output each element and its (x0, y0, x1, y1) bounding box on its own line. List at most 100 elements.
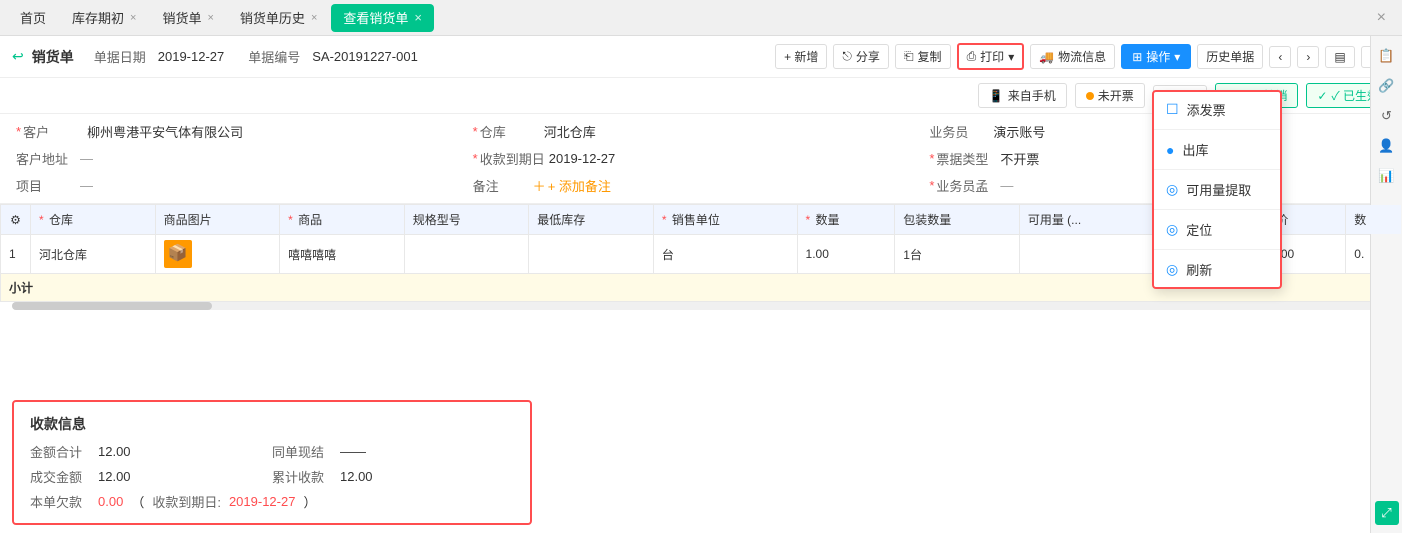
col-product: * 商品 (280, 205, 405, 235)
tab-inventory-close[interactable]: × (130, 12, 136, 24)
payment-info-title: 收款信息 (30, 414, 514, 434)
col-image: 商品图片 (155, 205, 280, 235)
new-button[interactable]: + 新增 (775, 44, 827, 69)
staff-value: 演示账号 (989, 122, 1049, 141)
customer-value[interactable]: 柳州粤港平安气体有限公司 (83, 122, 247, 141)
radio-empty-icon-1: ◎ (1166, 181, 1178, 198)
scroll-thumb[interactable] (12, 302, 212, 310)
owe-extra: （ (131, 492, 144, 511)
print-button[interactable]: ⎙ 打印 ▾ (957, 43, 1025, 70)
tab-view-sales[interactable]: 查看销货单 × (331, 4, 434, 32)
row-min-stock (529, 235, 654, 274)
sidebar-icon-link[interactable]: 🔗 (1375, 74, 1399, 98)
tab-sales-close[interactable]: × (207, 12, 213, 24)
radio-empty-icon-2: ◎ (1166, 221, 1178, 238)
history-button[interactable]: 历史单据 (1197, 44, 1263, 69)
address-value: — (76, 151, 97, 166)
payment-date-value[interactable]: 2019-12-27 (545, 151, 620, 166)
grid-icon: ⊞ (1132, 50, 1142, 64)
col-pack-qty: 包装数量 (895, 205, 1020, 235)
tab-view-sales-label: 查看销货单 (343, 8, 408, 27)
dropdown-divider-2 (1154, 169, 1280, 170)
nav-prev-button[interactable]: ‹ (1269, 46, 1291, 68)
staff2-label: 业务员孟 (936, 176, 996, 195)
sidebar-icon-refresh[interactable]: ↺ (1375, 104, 1399, 128)
payment-date-req: * (473, 151, 478, 166)
dropdown-item-available[interactable]: ◎ 可用量提取 (1154, 172, 1280, 207)
note-field: 备注 ＋ + 添加备注 (473, 176, 930, 195)
dropdown-available-label: 可用量提取 (1186, 180, 1251, 199)
user-icon: 👤 (1378, 138, 1394, 154)
copy-icon: ⎗ (904, 49, 914, 64)
row-available (1019, 235, 1154, 274)
payment-info-grid: 金额合计 12.00 同单现结 —— 成交金额 12.00 累计收款 12.00… (30, 442, 514, 511)
owe-row: 本单欠款 0.00 （ 收款到期日: 2019-12-27 ） (30, 492, 514, 511)
sidebar-icon-expand[interactable]: ⤢ (1375, 501, 1399, 525)
row-pack-qty: 1台 (895, 235, 1020, 274)
col-warehouse: * 仓库 (31, 205, 156, 235)
tab-sales-history[interactable]: 销货单历史 × (228, 4, 329, 32)
tab-sales[interactable]: 销货单 × (150, 4, 225, 32)
logistics-button[interactable]: 🚚 物流信息 (1030, 44, 1115, 69)
ticket-req: * (929, 151, 934, 166)
payment-date-label: 收款到期日 (480, 149, 545, 168)
row-qty: 1.00 (797, 235, 895, 274)
tab-sales-history-close[interactable]: × (311, 12, 317, 24)
sidebar-icon-user[interactable]: 👤 (1375, 134, 1399, 158)
dropdown-item-locate[interactable]: ◎ 定位 (1154, 212, 1280, 247)
number-label: 单据编号 (248, 47, 300, 66)
warehouse-label: 仓库 (480, 122, 540, 141)
tab-sales-history-label: 销货单历史 (240, 8, 305, 27)
row-product: 嘻嘻嘻嘻 (280, 235, 405, 274)
view1-button[interactable]: ▤ (1325, 46, 1354, 68)
invoice-status-button[interactable]: 未开票 (1075, 83, 1145, 108)
right-sidebar: 📋 🔗 ↺ 👤 📊 ⤢ (1370, 36, 1402, 533)
print-dropdown-arrow[interactable]: ▾ (1008, 50, 1014, 64)
warehouse-value[interactable]: 河北仓库 (540, 122, 600, 141)
nav-next-button[interactable]: › (1297, 46, 1319, 68)
date-value: 2019-12-27 (158, 49, 225, 64)
phone-icon: 📱 (989, 89, 1004, 103)
tab-sales-label: 销货单 (162, 8, 201, 27)
date-label: 单据日期 (94, 47, 146, 66)
cumulative-value: 12.00 (340, 469, 373, 484)
doc-title: 销货单 (32, 47, 74, 67)
dropdown-item-outbound[interactable]: ● 出库 (1154, 132, 1280, 167)
add-note-button[interactable]: ＋ + 添加备注 (533, 176, 611, 195)
address-field: 客户地址 — (16, 149, 473, 168)
total-row: 金额合计 12.00 (30, 442, 272, 461)
dropdown-item-invoice[interactable]: ☐ 添发票 (1154, 92, 1280, 127)
owe-extra-end: ） (303, 492, 316, 511)
toolbar-right: + 新增 ⎋ 分享 ⎗ 复制 ⎙ 打印 ▾ 🚚 物流信息 (775, 43, 1390, 70)
dropdown-divider-4 (1154, 249, 1280, 250)
deal-value: 12.00 (98, 469, 131, 484)
truck-icon: 🚚 (1039, 50, 1054, 64)
sidebar-icon-clipboard[interactable]: 📋 (1375, 44, 1399, 68)
horizontal-scrollbar[interactable] (12, 302, 1390, 310)
operate-dropdown: ☐ 添发票 ● 出库 ◎ 可用量提取 ◎ 定位 ◎ 刷新 (1152, 90, 1282, 289)
note-label: 备注 (473, 176, 533, 195)
tab-home[interactable]: 首页 (8, 4, 58, 32)
toolbar: ↩ 销货单 单据日期 2019-12-27 单据编号 SA-20191227-0… (0, 36, 1402, 78)
phone-button[interactable]: 📱 来自手机 (978, 83, 1067, 108)
tab-inventory[interactable]: 库存期初 × (60, 4, 148, 32)
col-qty: * 数量 (797, 205, 895, 235)
ticket-value[interactable]: 不开票 (996, 149, 1043, 168)
customer-req: * (16, 124, 21, 139)
close-all-tabs[interactable]: × (1369, 9, 1394, 27)
col-min-stock: 最低库存 (529, 205, 654, 235)
project-label: 项目 (16, 176, 76, 195)
operate-button[interactable]: ⊞ 操作 ▾ (1121, 44, 1191, 69)
same-order-row: 同单现结 —— (272, 442, 514, 461)
radio-filled-icon: ● (1166, 142, 1174, 158)
row-no: 1 (1, 235, 31, 274)
owe-value: 0.00 (98, 494, 123, 509)
effect-check-icon: ✓ (1317, 89, 1327, 103)
tab-view-sales-close[interactable]: × (414, 10, 422, 25)
dropdown-item-refresh[interactable]: ◎ 刷新 (1154, 252, 1280, 287)
sidebar-icon-chart[interactable]: 📊 (1375, 164, 1399, 188)
copy-button[interactable]: ⎗ 复制 (895, 44, 951, 69)
share-button[interactable]: ⎋ 分享 (833, 44, 889, 69)
invoice-dot (1086, 92, 1094, 100)
product-image: 📦 (164, 240, 192, 268)
